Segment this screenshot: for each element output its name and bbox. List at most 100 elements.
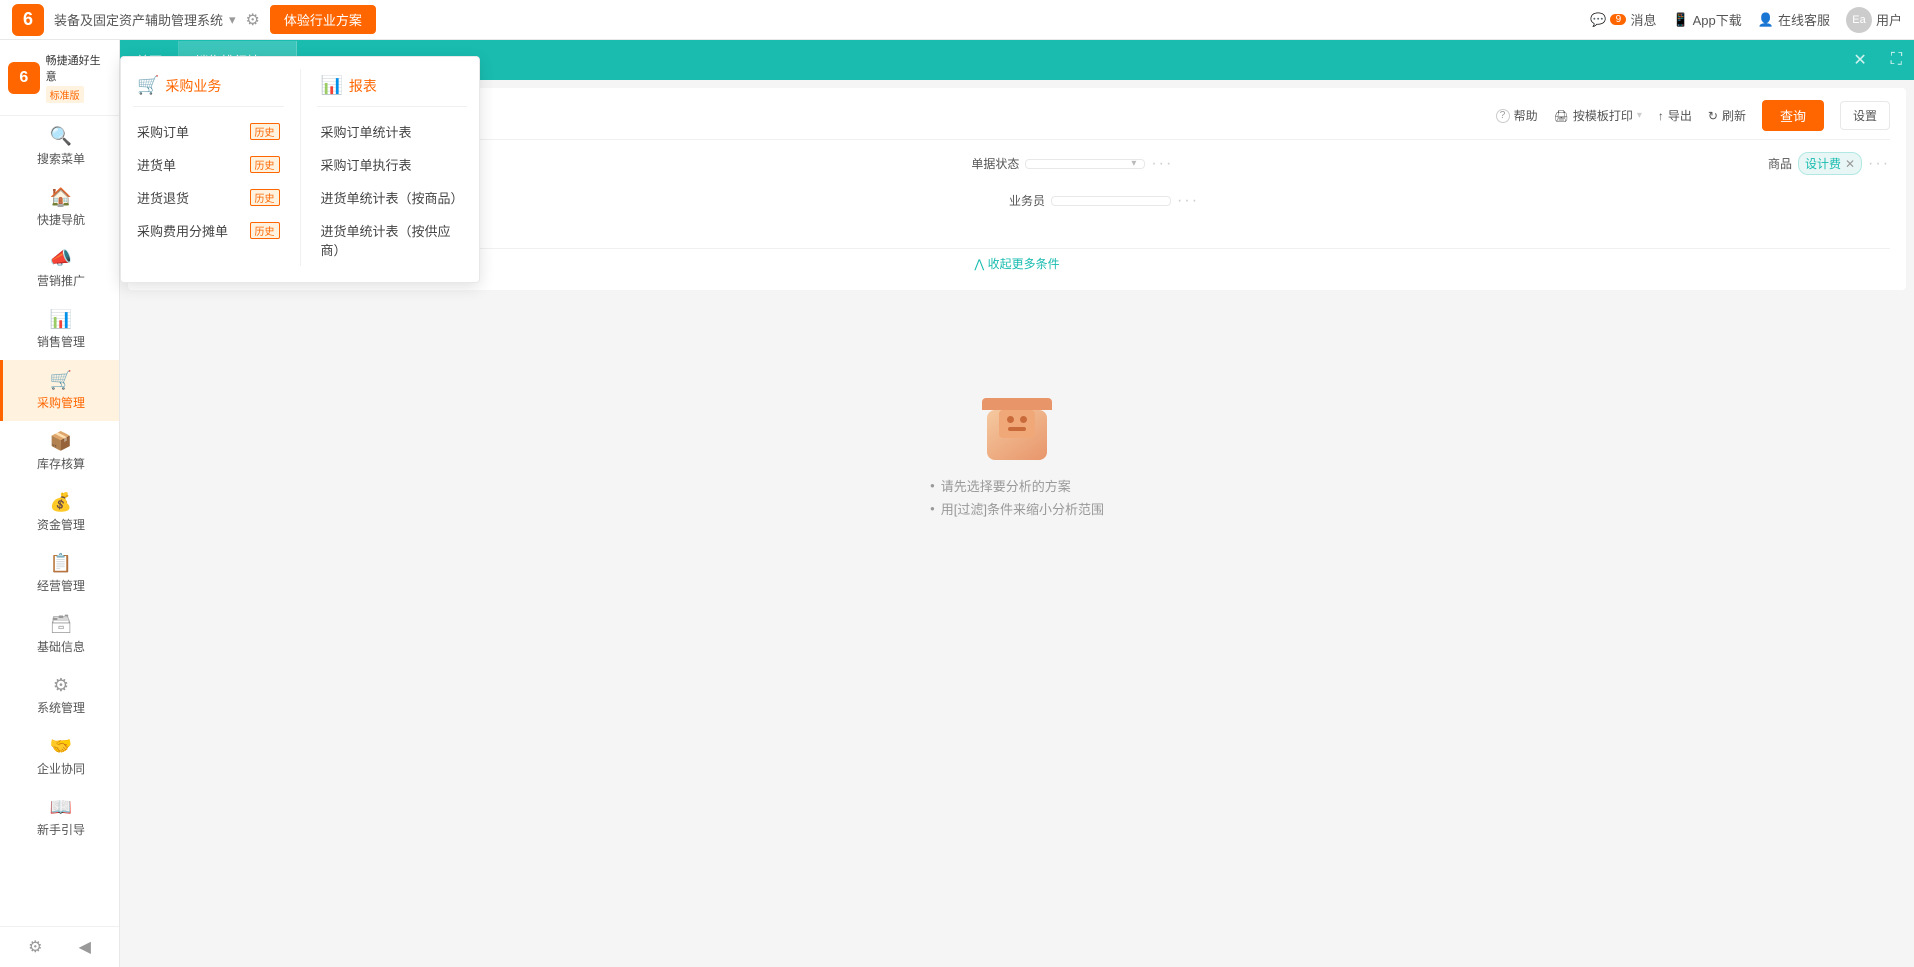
empty-icon-container [962,370,1072,460]
export-icon: ↑ [1658,109,1664,123]
logo-text-area: 畅捷通好生意 标准版 [46,52,111,103]
sidebar-item-inventory[interactable]: 📦 库存核算 [0,421,119,482]
sidebar-item-system[interactable]: ⚙ 系统管理 [0,665,119,726]
app-download-btn[interactable]: 📱 App下载 [1672,10,1741,29]
sidebar-item-purchase[interactable]: 🛒 采购管理 [0,360,119,421]
empty-tips: 请先选择要分析的方案 用[过滤]条件来缩小分析范围 [930,476,1104,522]
dropdown-item-incoming-stat-goods[interactable]: 进货单统计表（按商品） [317,181,468,214]
sidebar-item-newbie[interactable]: 📖 新手引导 [0,787,119,848]
help-icon: ? [1496,109,1510,123]
doc-status-select[interactable]: ▾ [1025,159,1145,169]
expense-hist: 历史 [250,222,280,239]
incoming-label: 进货单 [137,155,176,174]
doc-status-dots[interactable]: ··· [1151,155,1173,173]
incoming-stat-supplier-label: 进货单统计表（按供应商） [321,221,464,259]
doc-status-filter: 单据状态 ▾ ··· [971,155,1173,173]
topbar-chevron[interactable]: ▾ [229,12,236,28]
tab-fullscreen-btn[interactable]: ⛶ [1879,43,1914,77]
logo-badge: 标准版 [46,86,84,103]
sidebar-purchase-label: 采购管理 [37,394,85,411]
empty-tip-2: 用[过滤]条件来缩小分析范围 [930,499,1104,518]
industry-btn[interactable]: 体验行业方案 [270,5,376,34]
settings-button[interactable]: 设置 [1840,101,1890,130]
message-label: 消息 [1630,10,1656,29]
print-btn[interactable]: 🖨 按模板打印 ▾ [1554,107,1642,124]
dropdown-cols: 🛒 采购业务 采购订单 历史 进货单 历史 进货退货 历史 采购费用分摊单 历史 [121,69,479,266]
system-icon: ⚙ [53,675,69,696]
message-btn[interactable]: 💬 9 消息 [1590,10,1656,29]
incoming-stat-goods-label: 进货单统计表（按商品） [321,188,464,207]
box-face [999,410,1035,438]
topbar-left: 6 装备及固定资产辅助管理系统 ▾ ⚙ 体验行业方案 [12,4,376,36]
sidebar-menu: 🔍 搜索菜单 🏠 快捷导航 📣 营销推广 📊 销售管理 🛒 采购管理 📦 [0,116,119,926]
purchase-icon: 🛒 [50,370,72,391]
dropdown-item-incoming-stat-supplier[interactable]: 进货单统计表（按供应商） [317,214,468,266]
inventory-icon: 📦 [50,431,72,452]
purchase-dropdown-menu: 🛒 采购业务 采购订单 历史 进货单 历史 进货退货 历史 采购费用分摊单 历史 [120,56,480,283]
dropdown-divider [300,69,301,266]
goods-tag[interactable]: 设计费 ✕ [1798,152,1862,175]
refresh-btn[interactable]: ↻ 刷新 [1708,107,1746,124]
sidebar-settings-btn[interactable]: ⚙ [28,937,42,957]
order-stat-label: 采购订单统计表 [321,122,412,141]
dropdown-item-purchase-order[interactable]: 采购订单 历史 [133,115,284,148]
sidebar-item-operations[interactable]: 📋 经营管理 [0,543,119,604]
return-label: 进货退货 [137,188,189,207]
sidebar-item-marketing[interactable]: 📣 营销推广 [0,238,119,299]
salesman-filter: 业务员 ··· [1009,192,1199,210]
sidebar-item-coop[interactable]: 🤝 企业协同 [0,726,119,787]
print-icon: 🖨 [1554,109,1569,123]
operations-icon: 📋 [50,553,72,574]
salesman-label: 业务员 [1009,192,1045,209]
settings-icon[interactable]: ⚙ [246,10,260,30]
salesman-input[interactable] [1051,196,1171,206]
dropdown-item-return[interactable]: 进货退货 历史 [133,181,284,214]
salesman-dots[interactable]: ··· [1177,192,1199,210]
dropdown-item-incoming[interactable]: 进货单 历史 [133,148,284,181]
purchase-col-title: 采购业务 [165,76,221,96]
finance-icon: 💰 [50,492,72,513]
return-hist: 历史 [250,189,280,206]
dropdown-col-reports: 📊 报表 采购订单统计表 采购订单执行表 进货单统计表（按商品） 进货单统计表（… [305,69,480,266]
sidebar-finance-label: 资金管理 [37,516,85,533]
user-label: 用户 [1876,10,1902,29]
dropdown-item-expense[interactable]: 采购费用分摊单 历史 [133,214,284,247]
sidebar-logo-icon: 6 [8,62,40,94]
sidebar-item-quicknav[interactable]: 🏠 快捷导航 [0,177,119,238]
avatar: Ea [1846,7,1872,33]
sidebar-item-basic[interactable]: 🗃 基础信息 [0,604,119,665]
message-icon: 💬 [1590,12,1606,28]
help-label: 帮助 [1514,107,1538,124]
user-btn[interactable]: Ea 用户 [1846,7,1902,33]
goods-dots[interactable]: ··· [1868,155,1890,173]
sidebar-search-label: 搜索菜单 [37,150,85,167]
query-button[interactable]: 查询 [1762,100,1824,131]
export-btn[interactable]: ↑ 导出 [1658,107,1692,124]
system-name: 装备及固定资产辅助管理系统 [54,10,223,29]
refresh-label: 刷新 [1722,107,1746,124]
reports-col-icon: 📊 [321,75,343,96]
eye-right [1020,416,1027,423]
topbar-system: 装备及固定资产辅助管理系统 ▾ [54,10,236,29]
help-btn[interactable]: ? 帮助 [1496,107,1538,124]
goods-tag-label: 设计费 [1805,155,1841,172]
basic-icon: 🗃 [50,614,73,635]
refresh-icon: ↻ [1708,109,1718,123]
dropdown-item-order-exec[interactable]: 采购订单执行表 [317,148,468,181]
sidebar-marketing-label: 营销推广 [37,272,85,289]
sidebar-collapse-btn[interactable]: ◀ [79,937,91,957]
dropdown-item-order-stat[interactable]: 采购订单统计表 [317,115,468,148]
print-label: 按模板打印 [1573,107,1633,124]
search-icon: 🔍 [50,126,72,147]
sidebar-sales-label: 销售管理 [37,333,85,350]
purchase-col-icon: 🛒 [137,75,159,96]
service-btn[interactable]: 👤 在线客服 [1758,10,1830,29]
goods-tag-close[interactable]: ✕ [1845,157,1855,171]
sidebar-item-search[interactable]: 🔍 搜索菜单 [0,116,119,177]
box-mouth [1008,427,1026,431]
tab-close-all-btn[interactable]: ✕ [1841,42,1878,78]
sidebar-item-sales[interactable]: 📊 销售管理 [0,299,119,360]
sidebar-item-finance[interactable]: 💰 资金管理 [0,482,119,543]
dropdown-col1-header: 🛒 采购业务 [133,69,284,107]
eye-left [1007,416,1014,423]
